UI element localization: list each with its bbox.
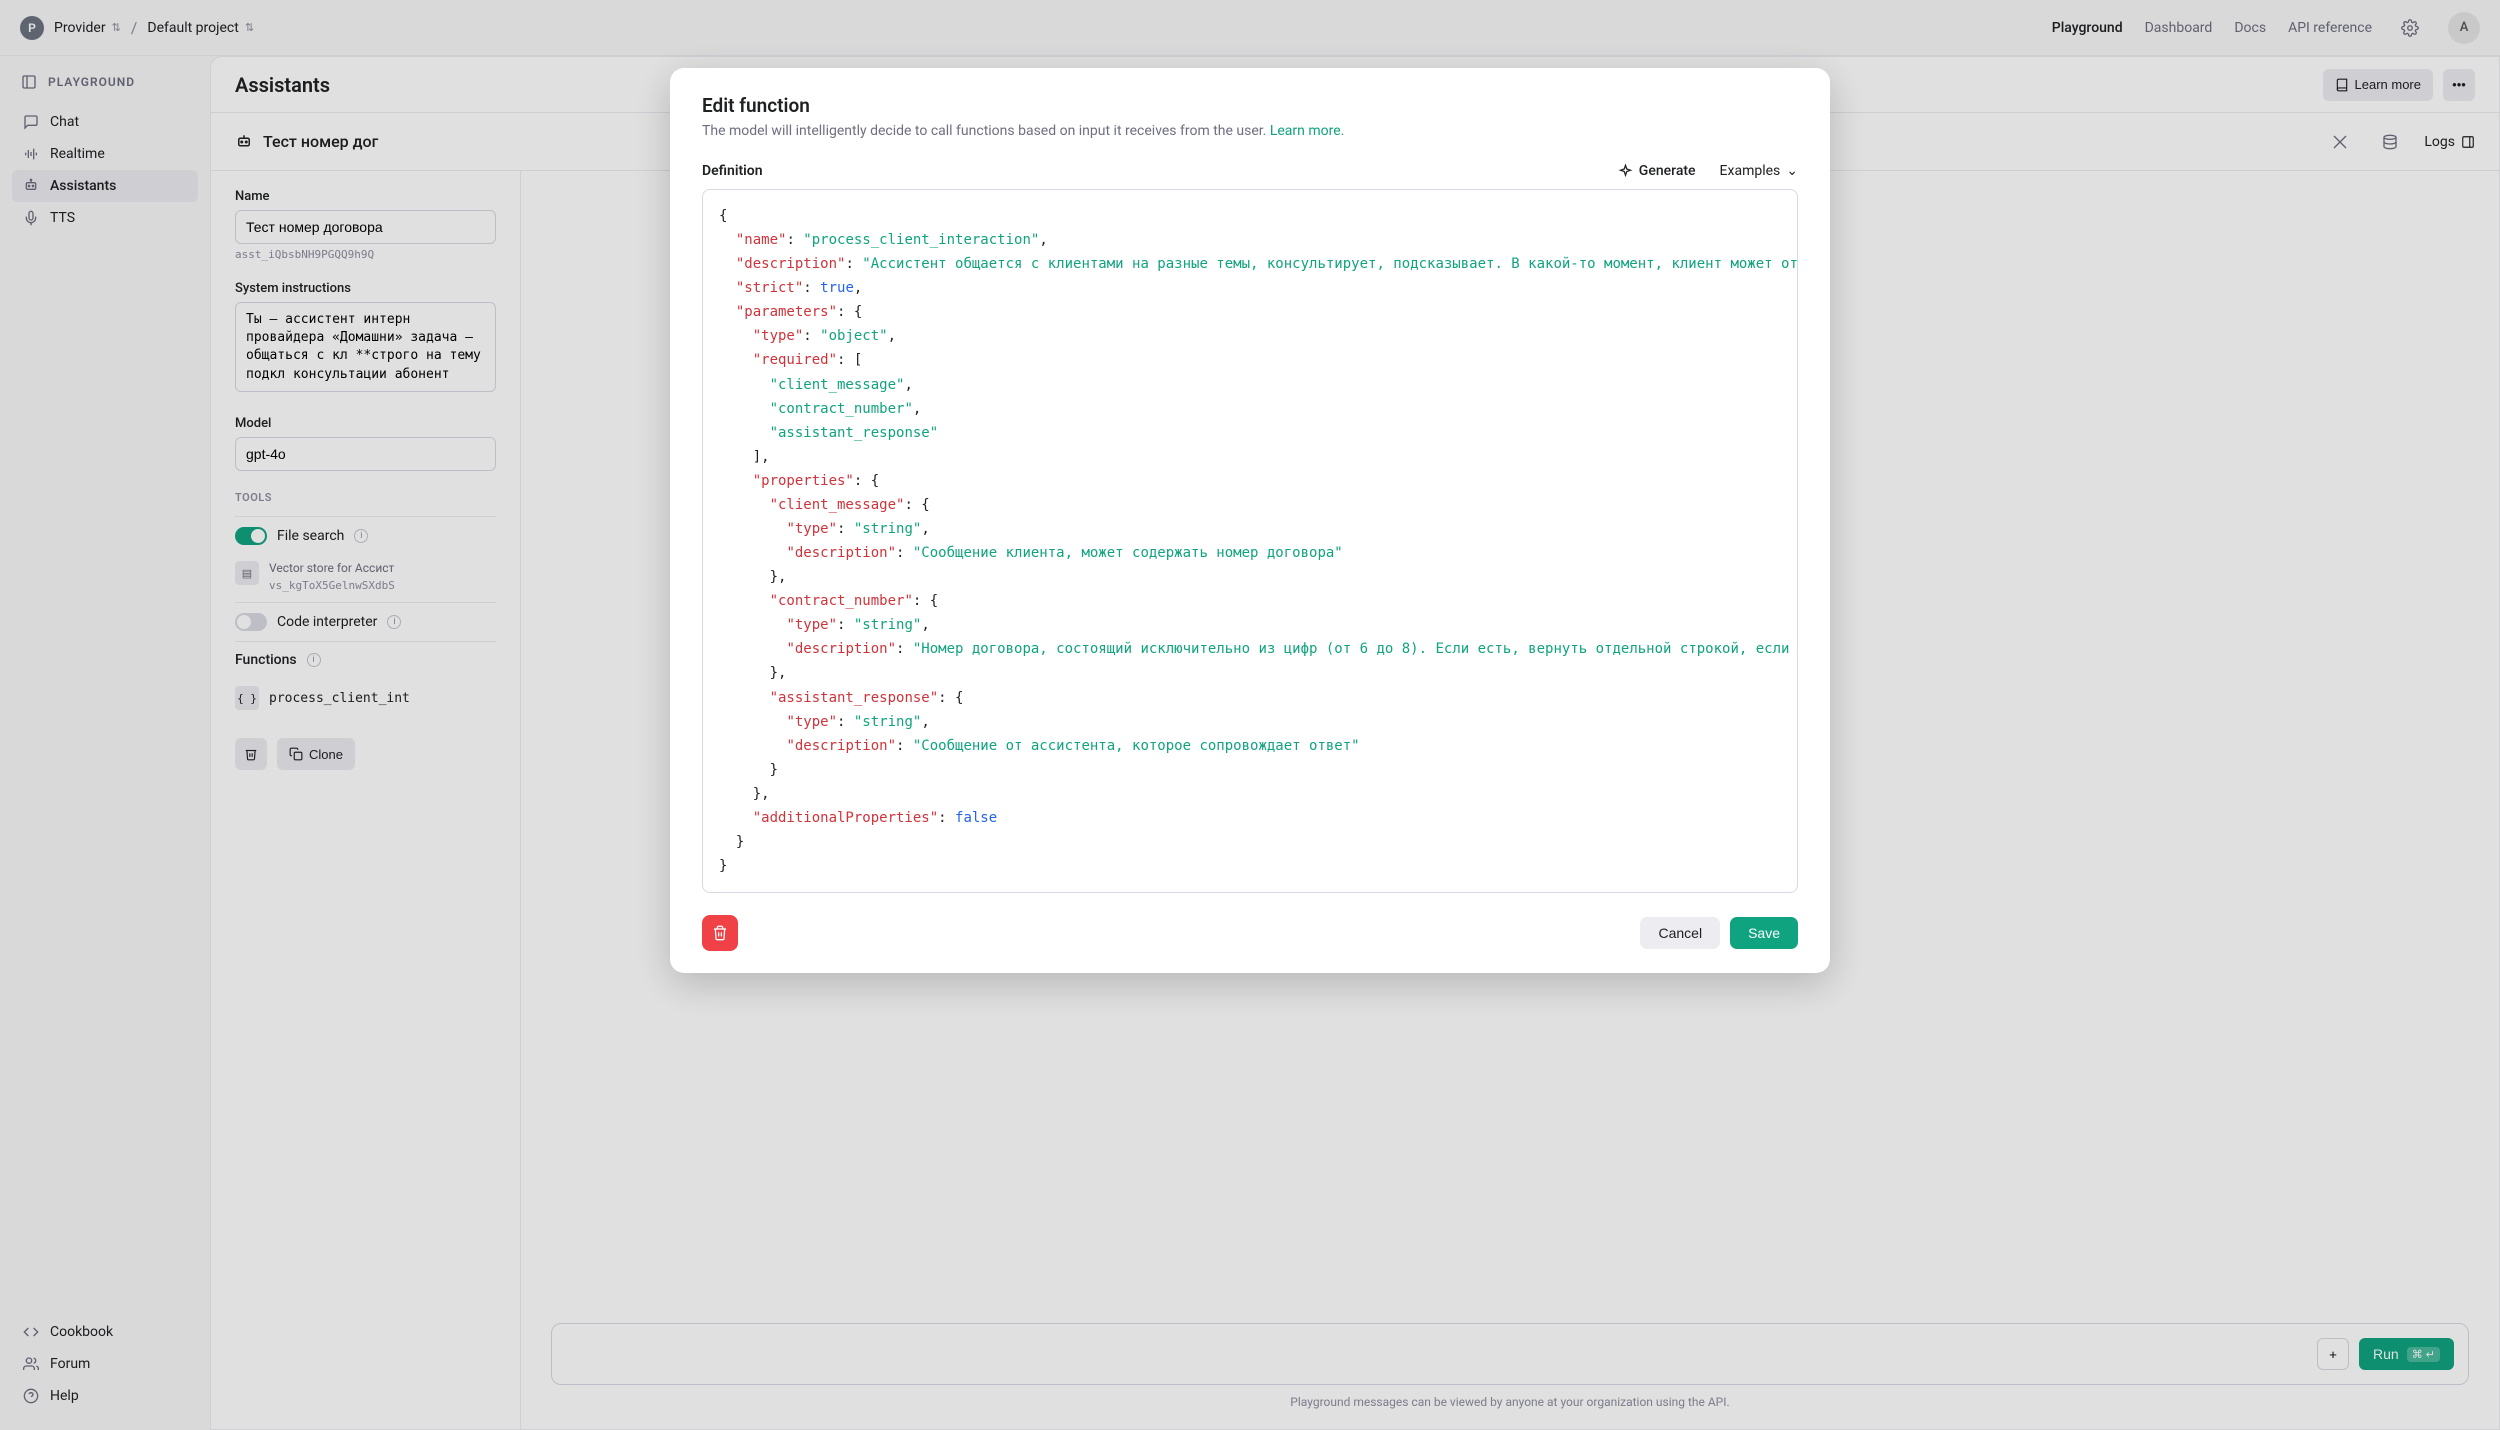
chevron-down-icon: ⌄ — [1786, 163, 1798, 179]
generate-button[interactable]: Generate — [1618, 163, 1696, 179]
modal-title: Edit function — [702, 94, 1798, 117]
definition-label: Definition — [702, 163, 763, 179]
trash-icon — [712, 925, 728, 941]
cancel-button[interactable]: Cancel — [1640, 917, 1720, 949]
save-button[interactable]: Save — [1730, 917, 1798, 949]
sparkle-icon — [1618, 164, 1633, 179]
definition-editor[interactable]: { "name": "process_client_interaction", … — [702, 189, 1798, 893]
edit-function-modal: Edit function The model will intelligent… — [670, 68, 1830, 973]
modal-description: The model will intelligently decide to c… — [702, 123, 1798, 139]
examples-button[interactable]: Examples ⌄ — [1720, 163, 1798, 179]
delete-function-button[interactable] — [702, 915, 738, 951]
learn-more-link[interactable]: Learn more. — [1270, 123, 1345, 139]
examples-label: Examples — [1720, 163, 1781, 179]
modal-overlay[interactable]: Edit function The model will intelligent… — [0, 0, 2500, 1430]
generate-label: Generate — [1639, 163, 1696, 179]
